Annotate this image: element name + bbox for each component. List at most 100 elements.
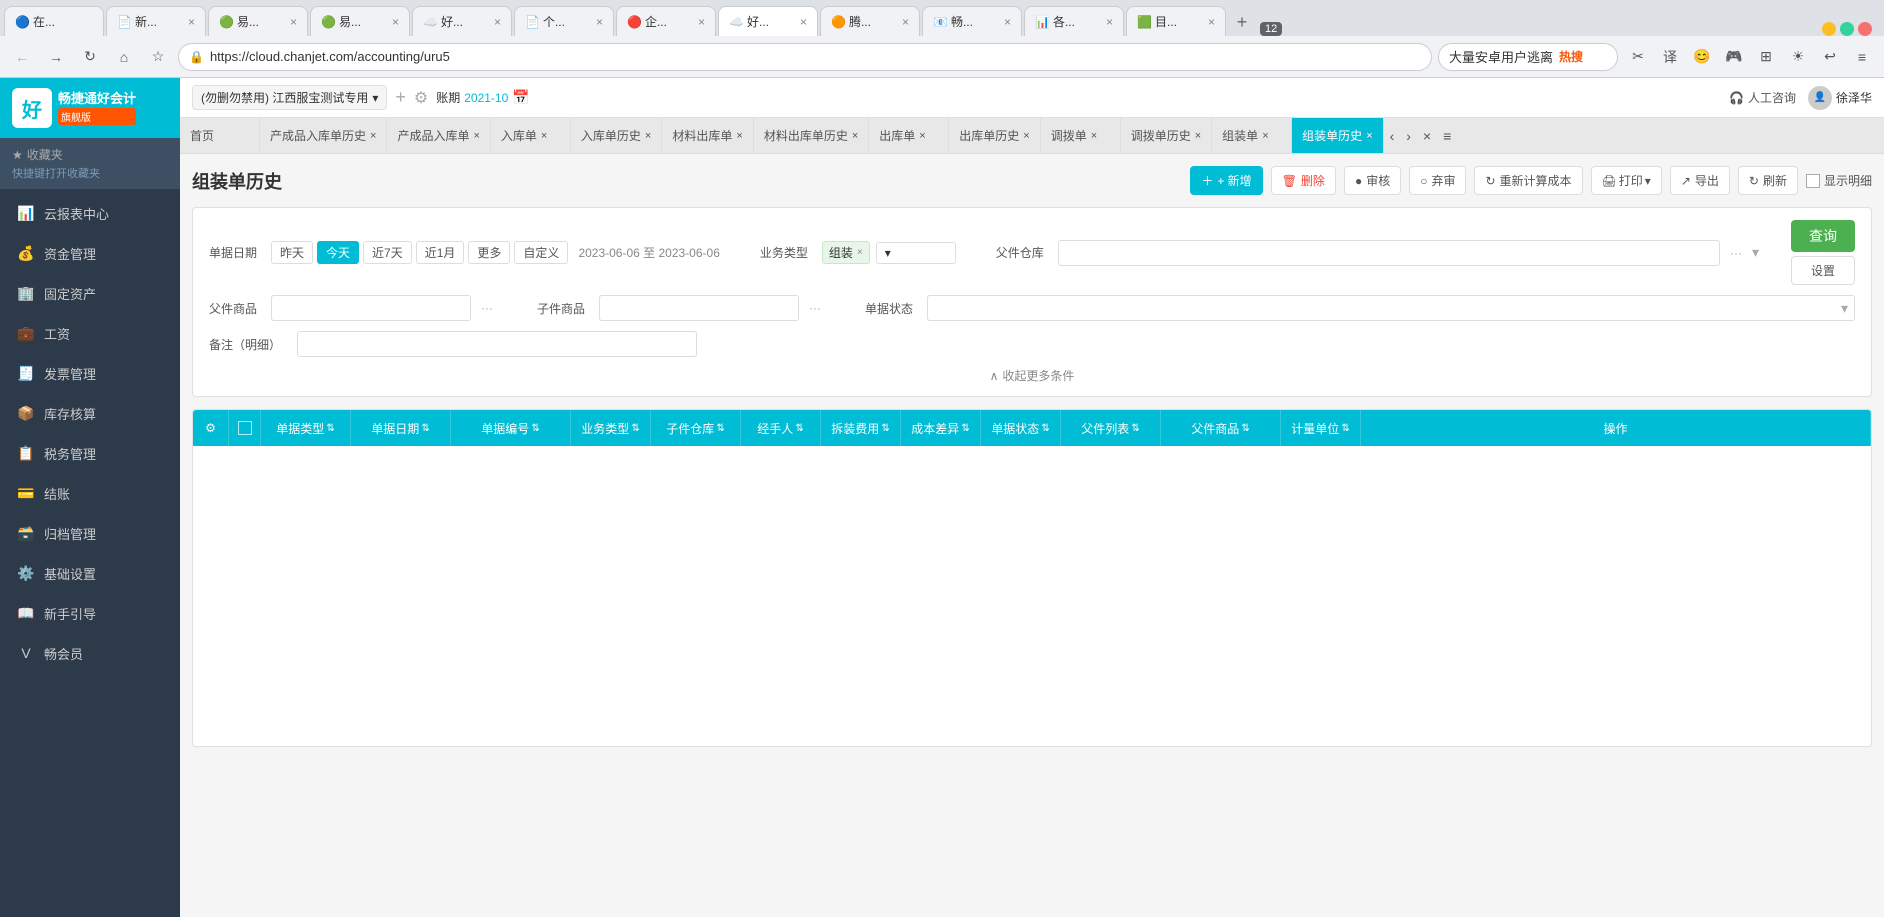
tab-settings-button[interactable]: ≡ [1437,118,1457,153]
browser-tab-7[interactable]: 🔴 企... × [616,6,716,36]
emoji-icon[interactable]: 😊 [1688,43,1716,71]
show-detail-toggle[interactable]: 显示明细 [1806,172,1872,189]
page-tab-home[interactable]: 首页 [180,118,260,153]
undo-icon[interactable]: ↩ [1816,43,1844,71]
col-select-all[interactable] [229,410,261,446]
user-info[interactable]: 👤 徐泽华 [1808,86,1872,110]
sidebar-item-tax[interactable]: 📋 税务管理 [0,433,180,473]
page-tab-assembly[interactable]: 组装单 × [1212,118,1292,153]
col-settings[interactable]: ⚙ [193,410,229,446]
date-btn-today[interactable]: 今天 [317,241,359,264]
browser-tab-close-10[interactable]: × [1000,15,1011,29]
tab-close-material-issue-history[interactable]: × [852,130,858,142]
sidebar-item-archive[interactable]: 🗃️ 归档管理 [0,513,180,553]
tab-close-receipt[interactable]: × [541,130,547,142]
tab-close-receipt-history[interactable]: × [645,130,651,142]
browser-tab-10[interactable]: 📧 畅... × [922,6,1022,36]
col-bill-number[interactable]: 单据编号 ⇅ [451,410,571,446]
browser-tab-1[interactable]: 🔵 在... [4,6,104,36]
date-btn-custom[interactable]: 自定义 [514,241,568,264]
tab-close-issue[interactable]: × [919,130,925,142]
col-unit[interactable]: 计量单位 ⇅ [1281,410,1361,446]
col-bill-type[interactable]: 单据类型 ⇅ [261,410,351,446]
search-box[interactable]: 大量安卓用户逃离 热搜 [1438,43,1618,71]
browser-tab-12[interactable]: 🟩 目... × [1126,6,1226,36]
date-btn-yesterday[interactable]: 昨天 [271,241,313,264]
col-disassembly-fee[interactable]: 拆装费用 ⇅ [821,410,901,446]
new-tab-button[interactable]: + [1228,8,1256,36]
browser-tab-2[interactable]: 📄 新... × [106,6,206,36]
company-selector[interactable]: (勿删勿禁用) 江西服宝测试专用 ▾ [192,85,387,110]
browser-tab-9[interactable]: 🟠 腾... × [820,6,920,36]
tab-close-finished-goods-history[interactable]: × [370,130,376,142]
col-parent-goods[interactable]: 父件商品 ⇅ [1161,410,1281,446]
tab-prev-button[interactable]: ‹ [1384,118,1401,153]
audit-button[interactable]: ● 审核 [1344,166,1401,195]
scissors-icon[interactable]: ✂ [1624,43,1652,71]
page-tab-transfer-history[interactable]: 调拨单历史 × [1121,118,1212,153]
col-cost-diff[interactable]: 成本差异 ⇅ [901,410,981,446]
date-btn-7days[interactable]: 近7天 [363,241,412,264]
col-biz-type[interactable]: 业务类型 ⇅ [571,410,651,446]
home-button[interactable]: ⌂ [110,43,138,71]
date-btn-1month[interactable]: 近1月 [416,241,465,264]
service-button[interactable]: 🎧 人工咨询 [1729,89,1796,106]
biz-type-select[interactable]: ▾ [876,242,956,264]
discard-button[interactable]: ○ 弃审 [1409,166,1466,195]
browser-tab-close-2[interactable]: × [184,15,195,29]
page-tab-transfer[interactable]: 调拨单 × [1041,118,1121,153]
parent-warehouse-more-icon[interactable]: ··· [1726,246,1746,260]
sidebar-item-salary[interactable]: 💼 工资 [0,313,180,353]
browser-tab-6[interactable]: 📄 个... × [514,6,614,36]
back-button[interactable]: ← [8,43,36,71]
tab-close-material-issue[interactable]: × [736,130,742,142]
biz-type-tag-remove[interactable]: × [857,247,863,258]
settings-gear-icon[interactable]: ⚙ [414,88,428,108]
col-sub-warehouse[interactable]: 子件仓库 ⇅ [651,410,741,446]
browser-tab-5[interactable]: ☁️ 好... × [412,6,512,36]
page-tab-issue[interactable]: 出库单 × [869,118,949,153]
col-bill-status[interactable]: 单据状态 ⇅ [981,410,1061,446]
browser-tab-close-8[interactable]: × [796,15,807,29]
game-icon[interactable]: 🎮 [1720,43,1748,71]
parent-warehouse-dropdown-icon[interactable]: ▾ [1752,244,1759,261]
minimize-button[interactable] [1822,22,1836,36]
browser-tab-3[interactable]: 🟢 易... × [208,6,308,36]
browser-tab-close-12[interactable]: × [1204,15,1215,29]
favorites-action[interactable]: 快捷键打开收藏夹 [12,165,168,181]
browser-tab-11[interactable]: 📊 各... × [1024,6,1124,36]
col-parent-list[interactable]: 父件列表 ⇅ [1061,410,1161,446]
bill-status-dropdown-icon[interactable]: ▾ [1841,300,1848,317]
sidebar-item-fixed-assets[interactable]: 🏢 固定资产 [0,273,180,313]
col-handler[interactable]: 经手人 ⇅ [741,410,821,446]
recalculate-button[interactable]: ↻ 重新计算成本 [1474,166,1582,195]
tab-close-all-button[interactable]: × [1417,118,1437,153]
refresh-button[interactable]: ↻ 刷新 [1738,166,1798,195]
export-button[interactable]: ↗ 导出 [1670,166,1730,195]
sidebar-item-funds[interactable]: 💰 资金管理 [0,233,180,273]
column-settings-icon[interactable]: ⚙ [205,421,216,435]
browser-tab-8[interactable]: ☁️ 好... × [718,6,818,36]
address-bar[interactable]: 🔒 https://cloud.chanjet.com/accounting/u… [178,43,1432,71]
page-tab-issue-history[interactable]: 出库单历史 × [949,118,1040,153]
select-all-checkbox[interactable] [238,421,252,435]
sidebar-item-settlement[interactable]: 💳 结账 [0,473,180,513]
browser-tab-close-9[interactable]: × [898,15,909,29]
browser-tab-close-3[interactable]: × [286,15,297,29]
add-company-button[interactable]: + [395,87,406,108]
browser-tab-close-4[interactable]: × [388,15,399,29]
browser-tab-4[interactable]: 🟢 易... × [310,6,410,36]
reload-button[interactable]: ↻ [76,43,104,71]
page-tab-material-issue-history[interactable]: 材料出库单历史 × [754,118,869,153]
tab-close-transfer-history[interactable]: × [1195,130,1201,142]
col-bill-date[interactable]: 单据日期 ⇅ [351,410,451,446]
translate-icon[interactable]: 译 [1656,43,1684,71]
page-tab-finished-goods[interactable]: 产成品入库单 × [387,118,490,153]
tab-close-transfer[interactable]: × [1091,130,1097,142]
print-button[interactable]: 🖨 打印 ▾ [1591,166,1662,195]
page-tab-assembly-history[interactable]: 组装单历史 × [1292,118,1383,153]
sidebar-item-guide[interactable]: 📖 新手引导 [0,593,180,633]
browser-tab-close-5[interactable]: × [490,15,501,29]
date-btn-more[interactable]: 更多 [468,241,510,264]
browser-tab-close-6[interactable]: × [592,15,603,29]
